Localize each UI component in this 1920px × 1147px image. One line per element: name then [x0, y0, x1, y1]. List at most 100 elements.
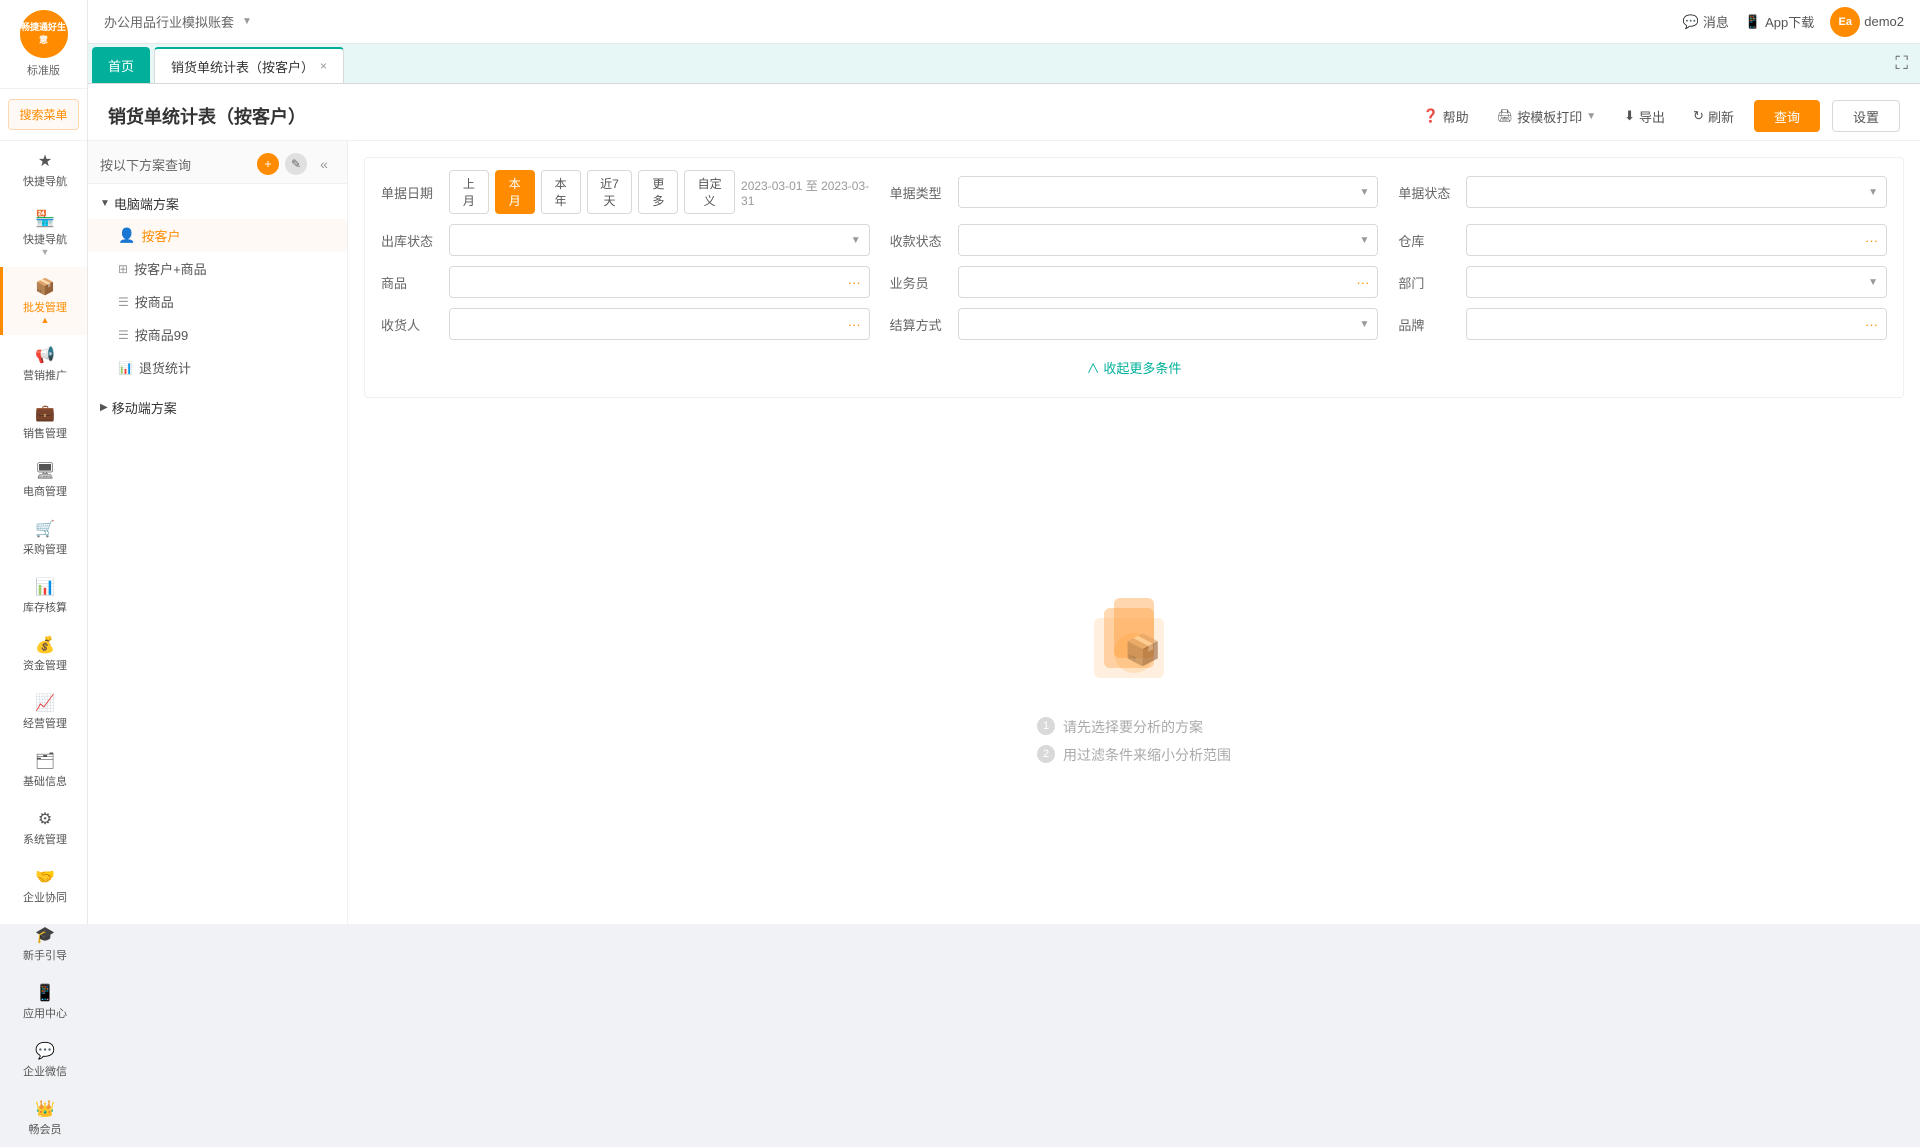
operations-label: 经营管理 — [23, 715, 67, 731]
finance-icon: 💰 — [35, 635, 55, 655]
department-selector[interactable]: ▼ — [1466, 266, 1887, 298]
user-profile-button[interactable]: Ea demo2 — [1830, 7, 1904, 37]
operations-icon: 📈 — [35, 693, 55, 713]
collapse-panel-button[interactable]: « — [313, 153, 335, 175]
date-btn-thismonth[interactable]: 本月 — [495, 170, 535, 214]
add-scheme-button[interactable]: + — [257, 153, 279, 175]
sidebar-item-ecommerce[interactable]: 🖥 电商管理 — [0, 451, 87, 509]
empty-step-1: 1 请先选择要分析的方案 — [1037, 717, 1231, 737]
settlement-selector[interactable]: ▼ — [958, 308, 1379, 340]
scheme-item-customer-product[interactable]: ⊞ 按客户+商品 — [88, 252, 347, 285]
main-area: 办公用品行业模拟账套 ▼ 💬 消息 📱 App下载 Ea demo2 首页 — [88, 0, 1920, 924]
salesperson-selector[interactable] — [958, 266, 1379, 298]
sidebar-item-retail[interactable]: 🏪 快捷导航 ▼ — [0, 199, 87, 267]
newuser-icon: 🎓 — [35, 925, 55, 945]
sidebar-item-purchase[interactable]: 🛒 采购管理 — [0, 509, 87, 567]
settlement-label: 结算方式 — [890, 315, 950, 334]
out-status-selector[interactable]: ▼ — [449, 224, 870, 256]
sales-label: 销售管理 — [23, 425, 67, 441]
sidebar-item-marketing[interactable]: 📢 营销推广 — [0, 335, 87, 393]
sidebar-item-vip[interactable]: 👑 畅会员 — [0, 1089, 87, 1147]
filter-item-date: 单据日期 上月 本月 本年 近7天 更多 自定义 2023-03-01 至 20… — [381, 170, 870, 214]
sidebar-item-enterprise[interactable]: 🤝 企业协同 — [0, 857, 87, 915]
sidebar-item-finance[interactable]: 💰 资金管理 — [0, 625, 87, 683]
app-logo: 畅捷通好生意 — [20, 10, 68, 58]
step-1-label: 请先选择要分析的方案 — [1063, 717, 1203, 737]
query-button[interactable]: 查询 — [1754, 100, 1820, 132]
avatar: Ea — [1830, 7, 1860, 37]
sidebar-item-wechat[interactable]: 💬 企业微信 — [0, 1031, 87, 1089]
sidebar-item-basics[interactable]: 🗂 基础信息 — [0, 741, 87, 799]
sidebar-item-system[interactable]: ⚙ 系统管理 — [0, 799, 87, 857]
collapse-conditions-button[interactable]: ∧ 收起更多条件 — [381, 350, 1887, 385]
mobile-scheme-group: ▶ 移动端方案 — [88, 388, 347, 427]
scheme-item-return[interactable]: 📊 退货统计 — [88, 351, 347, 384]
filter-item-order-type: 单据类型 ▼ — [890, 176, 1379, 208]
sidebar-item-inventory[interactable]: 📊 库存核算 — [0, 567, 87, 625]
warehouse-selector[interactable] — [1466, 224, 1887, 256]
sidebar-item-operations[interactable]: 📈 经营管理 — [0, 683, 87, 741]
collect-status-selector[interactable]: ▼ — [958, 224, 1379, 256]
filter-item-collect-status: 收款状态 ▼ — [890, 224, 1379, 256]
print-label: 按模板打印 — [1517, 107, 1582, 126]
vip-icon: 👑 — [35, 1099, 55, 1119]
export-button[interactable]: ⬇ 导出 — [1616, 103, 1673, 130]
print-button[interactable]: 🖨 按模板打印 ▼ — [1489, 103, 1604, 130]
refresh-button[interactable]: ↻ 刷新 — [1685, 103, 1742, 130]
date-btn-custom[interactable]: 自定义 — [684, 170, 735, 214]
tab-sales-stat[interactable]: 销货单统计表（按客户） × — [154, 47, 344, 83]
scheme-item-product99[interactable]: ☰ 按商品99 — [88, 318, 347, 351]
date-btn-more[interactable]: 更多 — [638, 170, 678, 214]
warehouse-label: 仓库 — [1398, 231, 1458, 250]
sidebar-item-apps[interactable]: 📱 应用中心 — [0, 973, 87, 1031]
apps-icon: 📱 — [35, 983, 55, 1003]
tab-close-icon[interactable]: × — [320, 59, 327, 73]
tab-expand-button[interactable]: ⛶ — [1883, 53, 1920, 74]
edit-scheme-button[interactable]: ✎ — [285, 153, 307, 175]
out-status-arrow-icon: ▼ — [851, 235, 861, 246]
sidebar-item-shortcuts[interactable]: ★ 快捷导航 — [0, 141, 87, 199]
tabbar: 首页 销货单统计表（按客户） × ⛶ — [88, 44, 1920, 84]
left-panel: 按以下方案查询 + ✎ « ▼ — [88, 141, 348, 924]
return-icon: 📊 — [118, 361, 133, 375]
pc-scheme-group-header[interactable]: ▼ 电脑端方案 — [88, 188, 347, 219]
help-button[interactable]: ❓ 帮助 — [1414, 103, 1476, 130]
sidebar-search-area: 搜索菜单 — [0, 89, 87, 141]
dropdown-arrow-icon: ▼ — [242, 16, 252, 27]
return-label: 退货统计 — [139, 358, 191, 377]
order-type-arrow-icon: ▼ — [1359, 187, 1369, 198]
settings-button[interactable]: 设置 — [1832, 100, 1900, 132]
scheme-item-customer[interactable]: 👤 按客户 — [88, 219, 347, 252]
sidebar-item-wholesale[interactable]: 📦 批发管理 ▲ — [0, 267, 87, 335]
collect-status-arrow-icon: ▼ — [1359, 235, 1369, 246]
collapse-up-icon: ∧ — [1087, 361, 1100, 376]
purchase-icon: 🛒 — [35, 519, 55, 539]
account-label: 办公用品行业模拟账套 — [104, 12, 234, 31]
sidebar: 畅捷通好生意 标准版 搜索菜单 ★ 快捷导航 🏪 快捷导航 ▼ 📦 批发管理 ▲… — [0, 0, 88, 924]
basics-label: 基础信息 — [23, 773, 67, 789]
wholesale-label: 批发管理 — [23, 299, 67, 315]
app-download-label: App下载 — [1765, 12, 1814, 31]
expand-icon: ⛶ — [1895, 53, 1908, 73]
brand-selector[interactable] — [1466, 308, 1887, 340]
search-menu-button[interactable]: 搜索菜单 — [8, 99, 79, 130]
product-selector[interactable] — [449, 266, 870, 298]
mobile-scheme-group-header[interactable]: ▶ 移动端方案 — [88, 392, 347, 423]
sidebar-item-sales[interactable]: 💼 销售管理 — [0, 393, 87, 451]
consignee-selector[interactable] — [449, 308, 870, 340]
mobile-scheme-label: 移动端方案 — [112, 398, 177, 417]
message-button[interactable]: 💬 消息 — [1683, 12, 1729, 31]
scheme-item-product[interactable]: ☰ 按商品 — [88, 285, 347, 318]
date-btn-thisyear[interactable]: 本年 — [541, 170, 581, 214]
tab-home[interactable]: 首页 — [92, 47, 150, 83]
app-download-button[interactable]: 📱 App下载 — [1745, 12, 1814, 31]
customer-scheme-label: 按客户 — [141, 226, 180, 245]
empty-state: 📦 1 请先选择要分析的方案 2 用过滤条件来缩小分析范围 — [364, 438, 1904, 913]
filter-item-out-status: 出库状态 ▼ — [381, 224, 870, 256]
order-type-selector[interactable]: ▼ — [958, 176, 1379, 208]
order-status-selector[interactable]: ▼ — [1466, 176, 1887, 208]
department-arrow-icon: ▼ — [1868, 277, 1878, 288]
date-btn-7days[interactable]: 近7天 — [587, 170, 633, 214]
shortcuts-icon: ★ — [38, 151, 52, 171]
date-btn-lastmonth[interactable]: 上月 — [449, 170, 489, 214]
